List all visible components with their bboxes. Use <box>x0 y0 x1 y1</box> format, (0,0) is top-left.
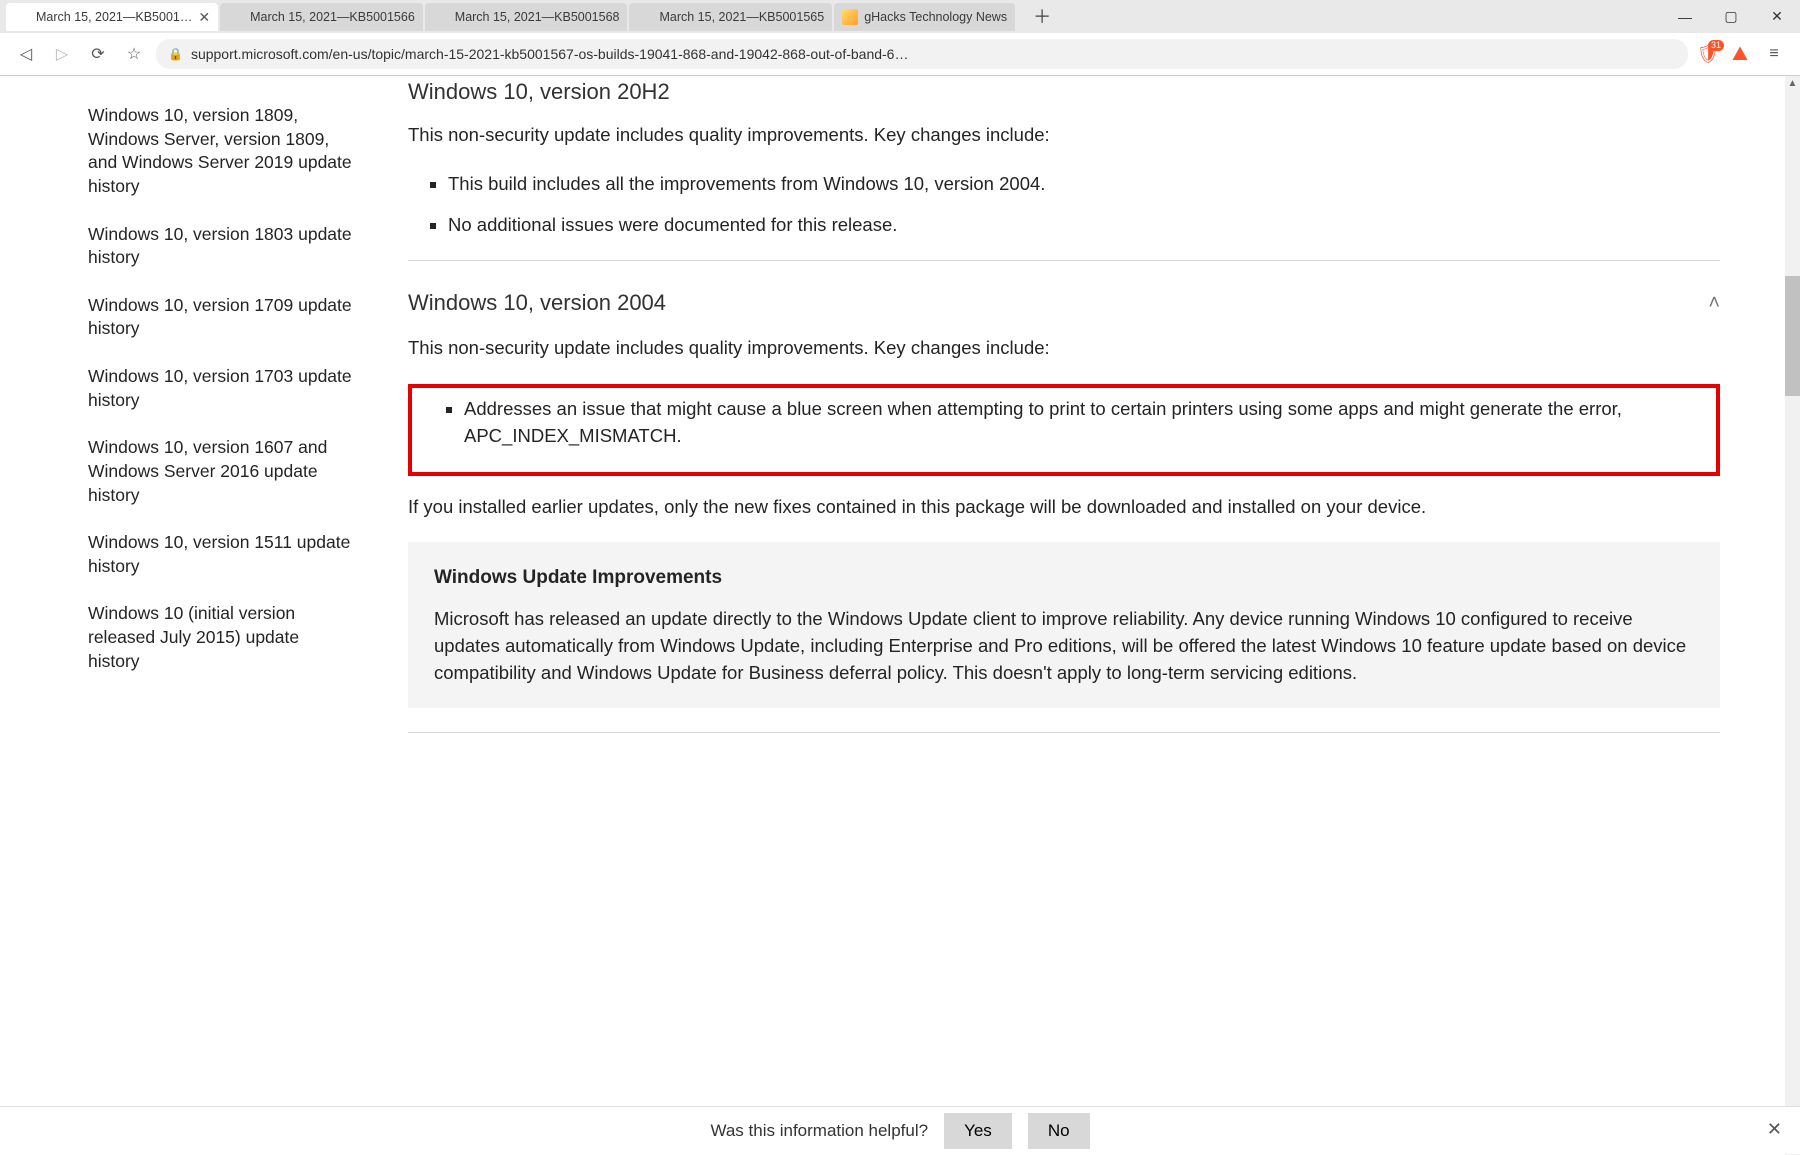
sidebar-item-0[interactable]: Windows 10, version 1809, Windows Server… <box>70 92 370 211</box>
section-title-20h2: Windows 10, version 20H2 <box>408 76 1720 108</box>
back-button[interactable]: ◁ <box>12 40 40 68</box>
vertical-scrollbar[interactable]: ▲ ▼ <box>1785 76 1800 1155</box>
tab-title: March 15, 2021—KB5001565 <box>659 10 824 24</box>
feedback-bar: Was this information helpful? Yes No ✕ <box>0 1106 1800 1154</box>
callout-body: Microsoft has released an update directl… <box>434 606 1694 686</box>
feedback-yes-button[interactable]: Yes <box>944 1113 1012 1149</box>
main-content: Windows 10, version 20H2 This non-securi… <box>380 76 1800 1155</box>
new-tab-button[interactable]: ＋ <box>1025 8 1059 26</box>
highlighted-fix-list: Addresses an issue that might cause a bl… <box>424 396 1704 450</box>
section-divider <box>408 260 1720 261</box>
tab-title: March 15, 2021—KB5001566 <box>250 10 415 24</box>
highlighted-fix-item: Addresses an issue that might cause a bl… <box>464 396 1704 450</box>
feedback-prompt: Was this information helpful? <box>710 1121 928 1141</box>
sidebar: Windows 10, version 1809, Windows Server… <box>70 76 380 1155</box>
shield-count: 31 <box>1708 40 1724 51</box>
lock-icon: 🔒 <box>168 47 183 61</box>
browser-tab-2[interactable]: March 15, 2021—KB5001568✕ <box>425 3 628 31</box>
scroll-thumb[interactable] <box>1785 276 1800 396</box>
brave-shield-icon[interactable]: 🛡 31 <box>1696 42 1720 66</box>
favicon-ms-icon <box>228 9 244 25</box>
tab-title: gHacks Technology News <box>864 10 1007 24</box>
browser-tab-0[interactable]: March 15, 2021—KB5001… ✕ <box>6 3 218 31</box>
sidebar-item-6[interactable]: Windows 10 (initial version released Jul… <box>70 590 370 685</box>
reload-button[interactable]: ⟳ <box>84 40 112 68</box>
minimize-button[interactable]: — <box>1662 0 1708 33</box>
section-title-2004: Windows 10, version 2004 <box>408 287 666 319</box>
forward-button: ▷ <box>48 40 76 68</box>
highlighted-fix-box: Addresses an issue that might cause a bl… <box>408 384 1720 476</box>
list-item: No additional issues were documented for… <box>448 212 1720 239</box>
sidebar-item-2[interactable]: Windows 10, version 1709 update history <box>70 282 370 353</box>
favicon-ms-icon <box>433 9 449 25</box>
menu-button[interactable]: ≡ <box>1760 40 1788 68</box>
browser-chrome: March 15, 2021—KB5001…✕March 15, 2021—KB… <box>0 0 1800 76</box>
callout-box: Windows Update Improvements Microsoft ha… <box>408 542 1720 708</box>
tab-bar: March 15, 2021—KB5001…✕March 15, 2021—KB… <box>0 0 1800 33</box>
feedback-close-button[interactable]: ✕ <box>1767 1119 1782 1140</box>
sidebar-item-1[interactable]: Windows 10, version 1803 update history <box>70 211 370 282</box>
close-window-button[interactable]: ✕ <box>1754 0 1800 33</box>
favicon-ms-icon <box>14 9 30 25</box>
sidebar-item-5[interactable]: Windows 10, version 1511 update history <box>70 519 370 590</box>
favicon-ms-icon <box>637 9 653 25</box>
section-intro-20h2: This non-security update includes qualit… <box>408 122 1720 149</box>
section-bullets-20h2: This build includes all the improvements… <box>408 171 1720 239</box>
url-text: support.microsoft.com/en-us/topic/march-… <box>191 46 1676 62</box>
favicon-ghacks-icon <box>842 9 858 25</box>
maximize-button[interactable]: ▢ <box>1708 0 1754 33</box>
window-controls: — ▢ ✕ <box>1662 0 1800 33</box>
tab-title: March 15, 2021—KB5001… <box>36 10 192 24</box>
post-highlight-text: If you installed earlier updates, only t… <box>408 494 1720 521</box>
chevron-up-icon: ˄ <box>1708 289 1720 318</box>
brave-rewards-icon[interactable] <box>1728 42 1752 66</box>
browser-tab-1[interactable]: March 15, 2021—KB5001566✕ <box>220 3 423 31</box>
tab-close-icon[interactable]: ✕ <box>198 10 210 24</box>
browser-tab-3[interactable]: March 15, 2021—KB5001565✕ <box>629 3 832 31</box>
list-item: This build includes all the improvements… <box>448 171 1720 198</box>
scroll-up-arrow[interactable]: ▲ <box>1785 76 1800 91</box>
sidebar-item-4[interactable]: Windows 10, version 1607 and Windows Ser… <box>70 424 370 519</box>
browser-tab-4[interactable]: gHacks Technology News✕ <box>834 3 1015 31</box>
feedback-no-button[interactable]: No <box>1028 1113 1090 1149</box>
accordion-header-2004[interactable]: Windows 10, version 2004 ˄ <box>408 275 1720 335</box>
sidebar-item-3[interactable]: Windows 10, version 1703 update history <box>70 353 370 424</box>
address-bar: ◁ ▷ ⟳ ☆ 🔒 support.microsoft.com/en-us/to… <box>0 33 1800 75</box>
section-divider-2 <box>408 732 1720 733</box>
url-field[interactable]: 🔒 support.microsoft.com/en-us/topic/marc… <box>156 39 1688 69</box>
tab-title: March 15, 2021—KB5001568 <box>455 10 620 24</box>
callout-title: Windows Update Improvements <box>434 564 1694 592</box>
page-viewport: Windows 10, version 1809, Windows Server… <box>0 76 1800 1155</box>
bookmark-button[interactable]: ☆ <box>120 40 148 68</box>
section-intro-2004: This non-security update includes qualit… <box>408 335 1720 362</box>
